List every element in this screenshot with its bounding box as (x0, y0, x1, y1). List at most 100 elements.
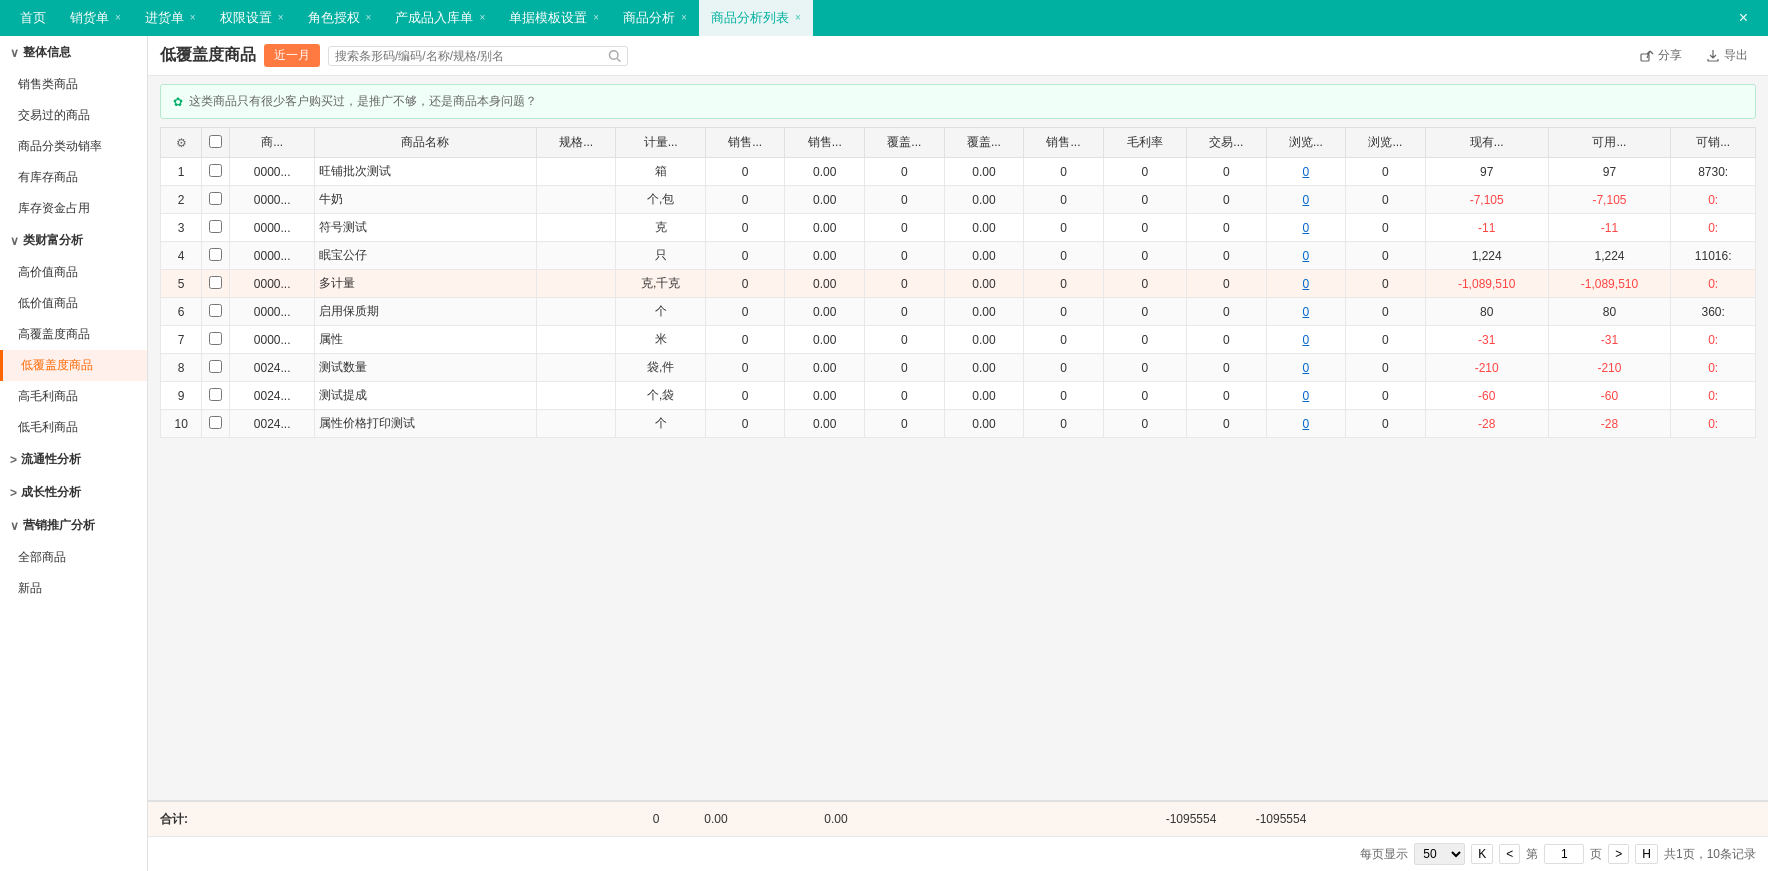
sidebar-item-high-coverage[interactable]: 高覆盖度商品 (0, 319, 147, 350)
nav-permissions[interactable]: 权限设置 × (208, 0, 296, 36)
row-checkbox[interactable] (202, 242, 230, 270)
row-browse1[interactable]: 0 (1266, 158, 1346, 186)
col-spec[interactable]: 规格... (536, 128, 616, 158)
col-browse2[interactable]: 浏览... (1346, 128, 1426, 158)
nav-purchase-order[interactable]: 进货单 × (133, 0, 208, 36)
nav-close-icon[interactable]: × (278, 0, 284, 36)
row-checkbox[interactable] (202, 326, 230, 354)
nav-template-settings[interactable]: 单据模板设置 × (497, 0, 611, 36)
sidebar-section-marketing[interactable]: ∨ 营销推广分析 (0, 509, 147, 542)
row-saleable: 0: (1671, 214, 1756, 242)
col-trade[interactable]: 交易... (1187, 128, 1267, 158)
last-page-button[interactable]: H (1635, 844, 1658, 864)
page-size-select[interactable]: 50 10 20 100 (1414, 843, 1465, 865)
col-code[interactable]: 商... (230, 128, 315, 158)
window-close-button[interactable]: × (1727, 9, 1760, 27)
col-sales3[interactable]: 销售... (1024, 128, 1104, 158)
row-browse1[interactable]: 0 (1266, 214, 1346, 242)
sidebar-item-high-margin[interactable]: 高毛利商品 (0, 381, 147, 412)
nav-close-icon[interactable]: × (190, 0, 196, 36)
prev-page-button[interactable]: < (1499, 844, 1520, 864)
next-page-button[interactable]: > (1608, 844, 1629, 864)
first-page-button[interactable]: K (1471, 844, 1493, 864)
col-browse1[interactable]: 浏览... (1266, 128, 1346, 158)
col-gross-margin[interactable]: 毛利率 (1103, 128, 1186, 158)
nav-sales-order[interactable]: 销货单 × (58, 0, 133, 36)
row-current-stock: -1,089,510 (1425, 270, 1548, 298)
sidebar-item-stocked-goods[interactable]: 有库存商品 (0, 162, 147, 193)
col-name[interactable]: 商品名称 (314, 128, 536, 158)
row-select-checkbox[interactable] (209, 332, 222, 345)
row-checkbox[interactable] (202, 158, 230, 186)
nav-close-icon[interactable]: × (593, 0, 599, 36)
sidebar-item-traded-goods[interactable]: 交易过的商品 (0, 100, 147, 131)
col-settings[interactable]: ⚙ (161, 128, 202, 158)
row-checkbox[interactable] (202, 270, 230, 298)
select-all-checkbox[interactable] (209, 135, 222, 148)
sidebar-item-sales-goods[interactable]: 销售类商品 (0, 69, 147, 100)
nav-role-auth[interactable]: 角色授权 × (296, 0, 384, 36)
row-spec (536, 186, 616, 214)
sidebar-section-wealth[interactable]: ∨ 类财富分析 (0, 224, 147, 257)
sidebar-item-stock-capital[interactable]: 库存资金占用 (0, 193, 147, 224)
row-browse1[interactable]: 0 (1266, 270, 1346, 298)
nav-product-analysis[interactable]: 商品分析 × (611, 0, 699, 36)
col-unit[interactable]: 计量... (616, 128, 705, 158)
row-select-checkbox[interactable] (209, 192, 222, 205)
search-input[interactable] (335, 49, 608, 63)
col-current-stock[interactable]: 现有... (1425, 128, 1548, 158)
row-browse1[interactable]: 0 (1266, 382, 1346, 410)
date-filter-button[interactable]: 近一月 (264, 44, 320, 67)
row-select-checkbox[interactable] (209, 164, 222, 177)
share-button[interactable]: 分享 (1632, 44, 1690, 67)
row-browse1[interactable]: 0 (1266, 298, 1346, 326)
nav-close-icon[interactable]: × (115, 0, 121, 36)
col-available-stock[interactable]: 可用... (1548, 128, 1671, 158)
row-select-checkbox[interactable] (209, 276, 222, 289)
col-coverage1[interactable]: 覆盖... (865, 128, 945, 158)
sidebar-item-low-margin[interactable]: 低毛利商品 (0, 412, 147, 443)
nav-close-icon[interactable]: × (795, 0, 801, 36)
row-unit: 个 (616, 298, 705, 326)
sidebar-item-low-value[interactable]: 低价值商品 (0, 288, 147, 319)
sidebar-item-all-goods[interactable]: 全部商品 (0, 542, 147, 573)
row-checkbox[interactable] (202, 410, 230, 438)
row-checkbox[interactable] (202, 298, 230, 326)
col-saleable[interactable]: 可销... (1671, 128, 1756, 158)
row-checkbox[interactable] (202, 382, 230, 410)
page-number-input[interactable] (1544, 844, 1584, 864)
row-browse1[interactable]: 0 (1266, 186, 1346, 214)
row-select-checkbox[interactable] (209, 304, 222, 317)
row-select-checkbox[interactable] (209, 360, 222, 373)
row-browse1[interactable]: 0 (1266, 326, 1346, 354)
nav-product-analysis-list[interactable]: 商品分析列表 × (699, 0, 813, 36)
nav-home[interactable]: 首页 (8, 0, 58, 36)
row-select-checkbox[interactable] (209, 220, 222, 233)
nav-close-icon[interactable]: × (366, 0, 372, 36)
col-coverage2[interactable]: 覆盖... (944, 128, 1024, 158)
sidebar-section-liquidity[interactable]: > 流通性分析 (0, 443, 147, 476)
row-checkbox[interactable] (202, 186, 230, 214)
collapse-arrow-icon: ∨ (10, 519, 19, 533)
row-select-checkbox[interactable] (209, 388, 222, 401)
nav-close-icon[interactable]: × (479, 0, 485, 36)
sidebar-section-overall[interactable]: ∨ 整体信息 (0, 36, 147, 69)
row-select-checkbox[interactable] (209, 416, 222, 429)
export-button[interactable]: 导出 (1698, 44, 1756, 67)
row-browse1[interactable]: 0 (1266, 410, 1346, 438)
row-browse1[interactable]: 0 (1266, 242, 1346, 270)
sidebar-section-growth[interactable]: > 成长性分析 (0, 476, 147, 509)
sidebar-item-low-coverage[interactable]: 低覆盖度商品 (0, 350, 147, 381)
row-code: 0000... (230, 242, 315, 270)
sidebar-item-category-turnover[interactable]: 商品分类动销率 (0, 131, 147, 162)
row-select-checkbox[interactable] (209, 248, 222, 261)
row-checkbox[interactable] (202, 214, 230, 242)
row-browse1[interactable]: 0 (1266, 354, 1346, 382)
col-sales-amount[interactable]: 销售... (785, 128, 865, 158)
sidebar-item-new-goods[interactable]: 新品 (0, 573, 147, 604)
nav-close-icon[interactable]: × (681, 0, 687, 36)
nav-product-instock[interactable]: 产成品入库单 × (383, 0, 497, 36)
sidebar-item-high-value[interactable]: 高价值商品 (0, 257, 147, 288)
row-checkbox[interactable] (202, 354, 230, 382)
col-sales-qty[interactable]: 销售... (705, 128, 785, 158)
